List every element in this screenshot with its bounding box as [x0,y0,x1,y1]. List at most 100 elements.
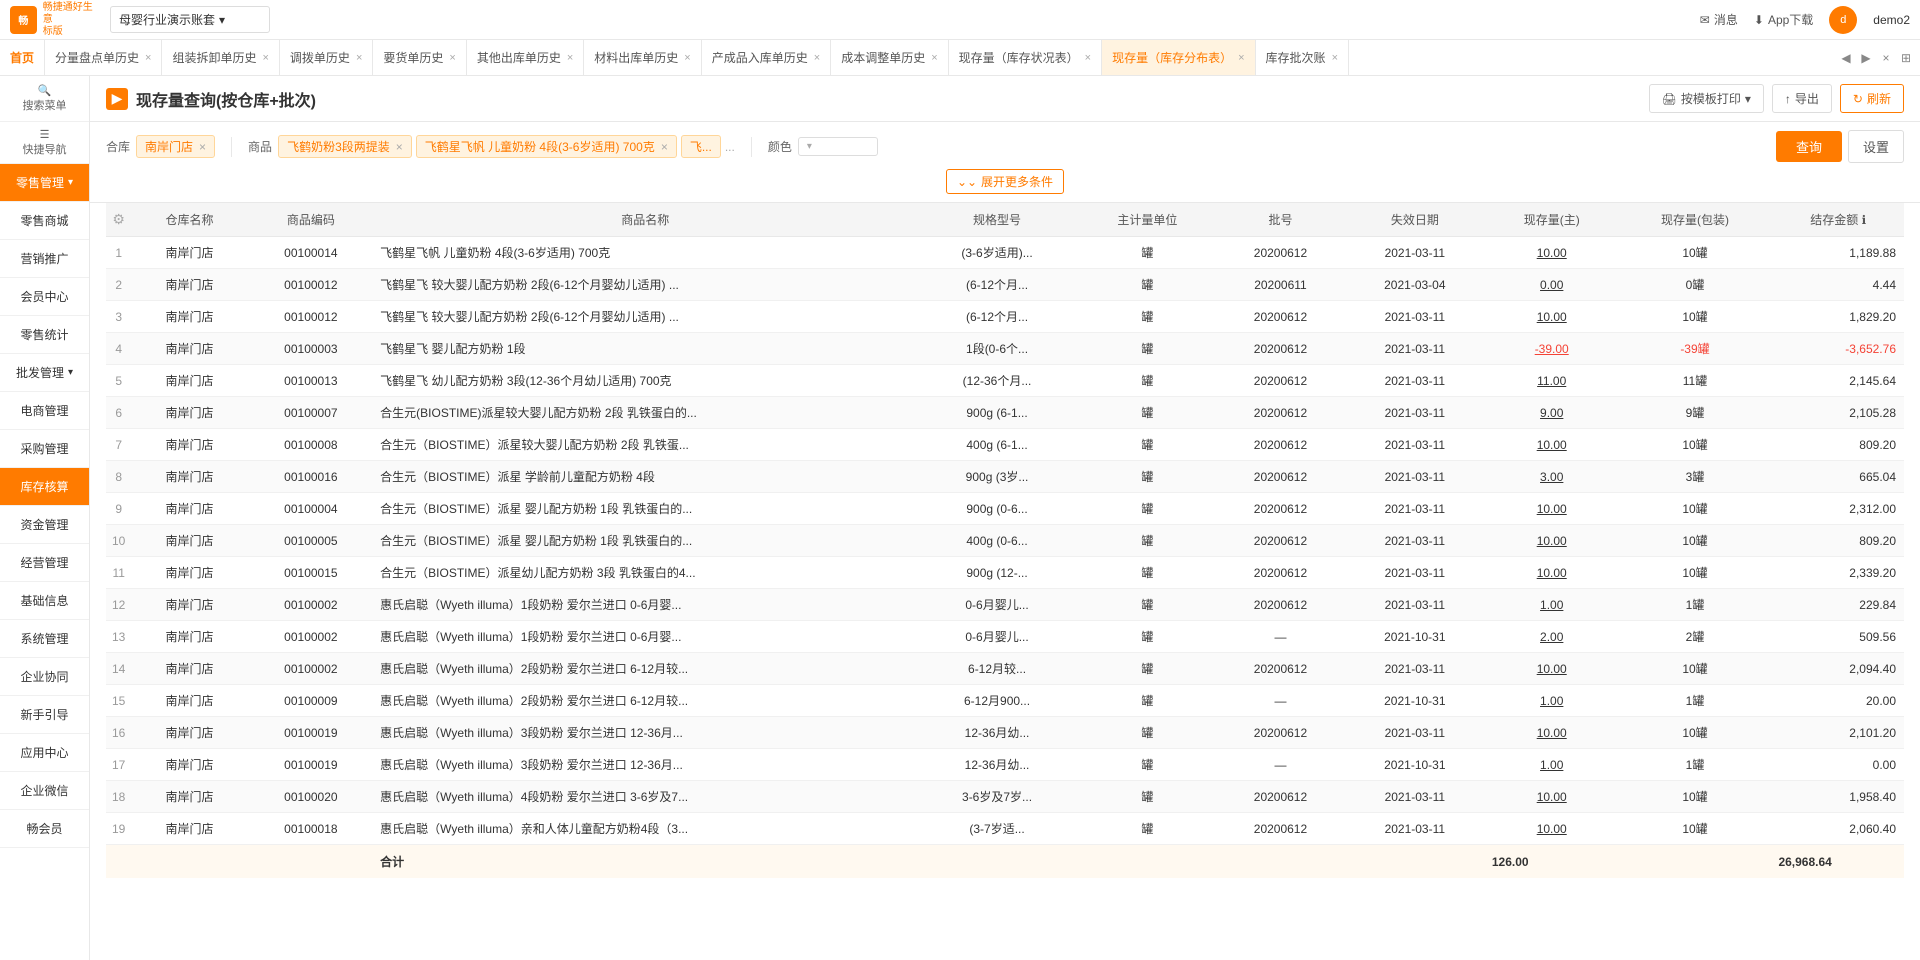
nav-prev-arrow[interactable]: ◀ [1836,48,1856,68]
nav-menu-arrow[interactable]: ⊞ [1896,48,1916,68]
row-qty-pkg: 11罐 [1618,365,1773,397]
expand-sidebar-button[interactable]: ▶ [106,88,128,110]
close-icon[interactable]: × [684,52,690,64]
refresh-button[interactable]: ↻ 刷新 [1840,84,1904,113]
sidebar-item-basic-info[interactable]: 基础信息 [0,582,89,620]
row-qty-main[interactable]: 11.00 [1486,365,1618,397]
row-qty-main[interactable]: 3.00 [1486,461,1618,493]
color-filter-input[interactable]: ▾ [798,137,878,156]
settings-button[interactable]: 设置 [1848,130,1904,163]
main-layout: 🔍 搜索菜单 ☰ 快捷导航 零售管理▾ 零售商城 营销推广 会员中心 零售统计 … [0,76,1920,960]
sidebar-item-member[interactable]: 会员中心 [0,278,89,316]
row-name: 惠氏启聪（Wyeth illuma）2段奶粉 爱尔兰进口 6-12月较... [374,685,916,717]
row-warehouse: 南岸门店 [131,429,247,461]
warehouse-tag-1[interactable]: 南岸门店 × [136,135,215,158]
row-qty-main[interactable]: 2.00 [1486,621,1618,653]
row-qty-main[interactable]: 1.00 [1486,589,1618,621]
close-icon[interactable]: × [814,52,820,64]
sidebar-item-operations[interactable]: 经营管理 [0,544,89,582]
nav-tab-3[interactable]: 调拨单历史 × [280,40,373,75]
row-qty-main[interactable]: 10.00 [1486,781,1618,813]
export-button[interactable]: ↑ 导出 [1772,84,1832,113]
row-qty-main[interactable]: 0.00 [1486,269,1618,301]
nav-tab-10[interactable]: 现存量（库存分布表） × [1102,40,1255,75]
row-qty-main[interactable]: 10.00 [1486,429,1618,461]
nav-tab-7[interactable]: 产成品入库单历史 × [702,40,831,75]
expand-conditions-button[interactable]: ⌄⌄ 展开更多条件 [946,169,1064,194]
chevron-down-icon: ⌄⌄ [957,175,977,189]
close-icon[interactable]: × [449,52,455,64]
message-button[interactable]: ✉ 消息 [1700,11,1738,28]
col-expire: 失效日期 [1344,203,1486,237]
remove-warehouse-tag[interactable]: × [199,140,206,154]
sidebar-item-guide[interactable]: 新手引导 [0,696,89,734]
sidebar-item-retail-mgmt[interactable]: 零售管理▾ [0,164,89,202]
close-icon[interactable]: × [145,52,151,64]
col-settings[interactable]: ⚙ [106,203,131,237]
close-icon[interactable]: × [1332,52,1338,64]
sidebar-item-wechat[interactable]: 企业微信 [0,772,89,810]
sidebar-item-retail-stats[interactable]: 零售统计 [0,316,89,354]
nav-tab-5[interactable]: 其他出库单历史 × [467,40,584,75]
row-expire: 2021-10-31 [1344,621,1486,653]
nav-tab-8[interactable]: 成本调整单历史 × [831,40,948,75]
app-download-button[interactable]: ⬇ App下载 [1754,11,1813,28]
nav-tab-2[interactable]: 组装拆卸单历史 × [162,40,279,75]
sidebar-item-purchase[interactable]: 采购管理 [0,430,89,468]
remove-product-tag-2[interactable]: × [661,140,668,154]
workspace-selector[interactable]: 母婴行业演示账套 ▾ [110,6,270,33]
close-icon[interactable]: × [1085,52,1091,64]
row-qty-main[interactable]: 1.00 [1486,685,1618,717]
row-qty-main[interactable]: 10.00 [1486,525,1618,557]
sidebar-item-inventory[interactable]: 库存核算 [0,468,89,506]
row-qty-main[interactable]: 10.00 [1486,717,1618,749]
sidebar-quick-nav[interactable]: ☰ 快捷导航 [0,122,89,164]
row-qty-main[interactable]: 10.00 [1486,813,1618,845]
more-tags-dots[interactable]: ... [725,140,735,154]
page-header: ▶ 现存量查询(按仓库+批次) 🖨 按模板打印 ▾ ↑ 导出 ↻ 刷新 [90,76,1920,122]
remove-product-tag-1[interactable]: × [396,140,403,154]
row-qty-main[interactable]: 10.00 [1486,301,1618,333]
close-icon[interactable]: × [567,52,573,64]
nav-tab-home[interactable]: 首页 [0,40,45,75]
sidebar-search[interactable]: 🔍 搜索菜单 [0,76,89,122]
product-tag-3[interactable]: 飞... [681,135,721,158]
nav-tab-9[interactable]: 现存量（库存状况表） × [949,40,1102,75]
search-button[interactable]: 查询 [1776,131,1842,162]
close-icon[interactable]: × [1238,52,1244,64]
sidebar-item-marketing[interactable]: 营销推广 [0,240,89,278]
sidebar-item-retail-shop[interactable]: 零售商城 [0,202,89,240]
sidebar-item-app-center[interactable]: 应用中心 [0,734,89,772]
row-num: 6 [106,397,131,429]
sidebar-item-enterprise[interactable]: 企业协同 [0,658,89,696]
nav-tab-11[interactable]: 库存批次账 × [1256,40,1349,75]
settings-icon[interactable]: ⚙ [112,211,125,227]
row-qty-main[interactable]: 10.00 [1486,557,1618,589]
row-qty-main[interactable]: 10.00 [1486,493,1618,525]
sidebar-item-wholesale[interactable]: 批发管理▾ [0,354,89,392]
sidebar-item-ecommerce[interactable]: 电商管理 [0,392,89,430]
row-qty-main[interactable]: 10.00 [1486,237,1618,269]
close-icon[interactable]: × [356,52,362,64]
row-qty-main[interactable]: 10.00 [1486,653,1618,685]
row-name: 惠氏启聪（Wyeth illuma）1段奶粉 爱尔兰进口 0-6月婴... [374,589,916,621]
avatar[interactable]: d [1829,6,1857,34]
sidebar-item-vip[interactable]: 畅会员 [0,810,89,848]
nav-tab-6[interactable]: 材料出库单历史 × [584,40,701,75]
row-qty-main[interactable]: 1.00 [1486,749,1618,781]
nav-next-arrow[interactable]: ▶ [1856,48,1876,68]
sidebar-item-finance[interactable]: 资金管理 [0,506,89,544]
product-tag-1[interactable]: 飞鹤奶粉3段两提装 × [278,135,412,158]
close-icon[interactable]: × [262,52,268,64]
nav-close-arrow[interactable]: × [1876,48,1896,68]
row-qty-main[interactable]: -39.00 [1486,333,1618,365]
row-qty-main[interactable]: 9.00 [1486,397,1618,429]
print-button[interactable]: 🖨 按模板打印 ▾ [1649,84,1764,113]
close-icon[interactable]: × [931,52,937,64]
nav-tab-1[interactable]: 分量盘点单历史 × [45,40,162,75]
nav-tab-4[interactable]: 要货单历史 × [373,40,466,75]
row-qty-pkg: 10罐 [1618,237,1773,269]
sidebar-item-system[interactable]: 系统管理 [0,620,89,658]
product-tag-2[interactable]: 飞鹤星飞帆 儿童奶粉 4段(3-6岁适用) 700克 × [416,135,677,158]
row-expire: 2021-03-11 [1344,781,1486,813]
